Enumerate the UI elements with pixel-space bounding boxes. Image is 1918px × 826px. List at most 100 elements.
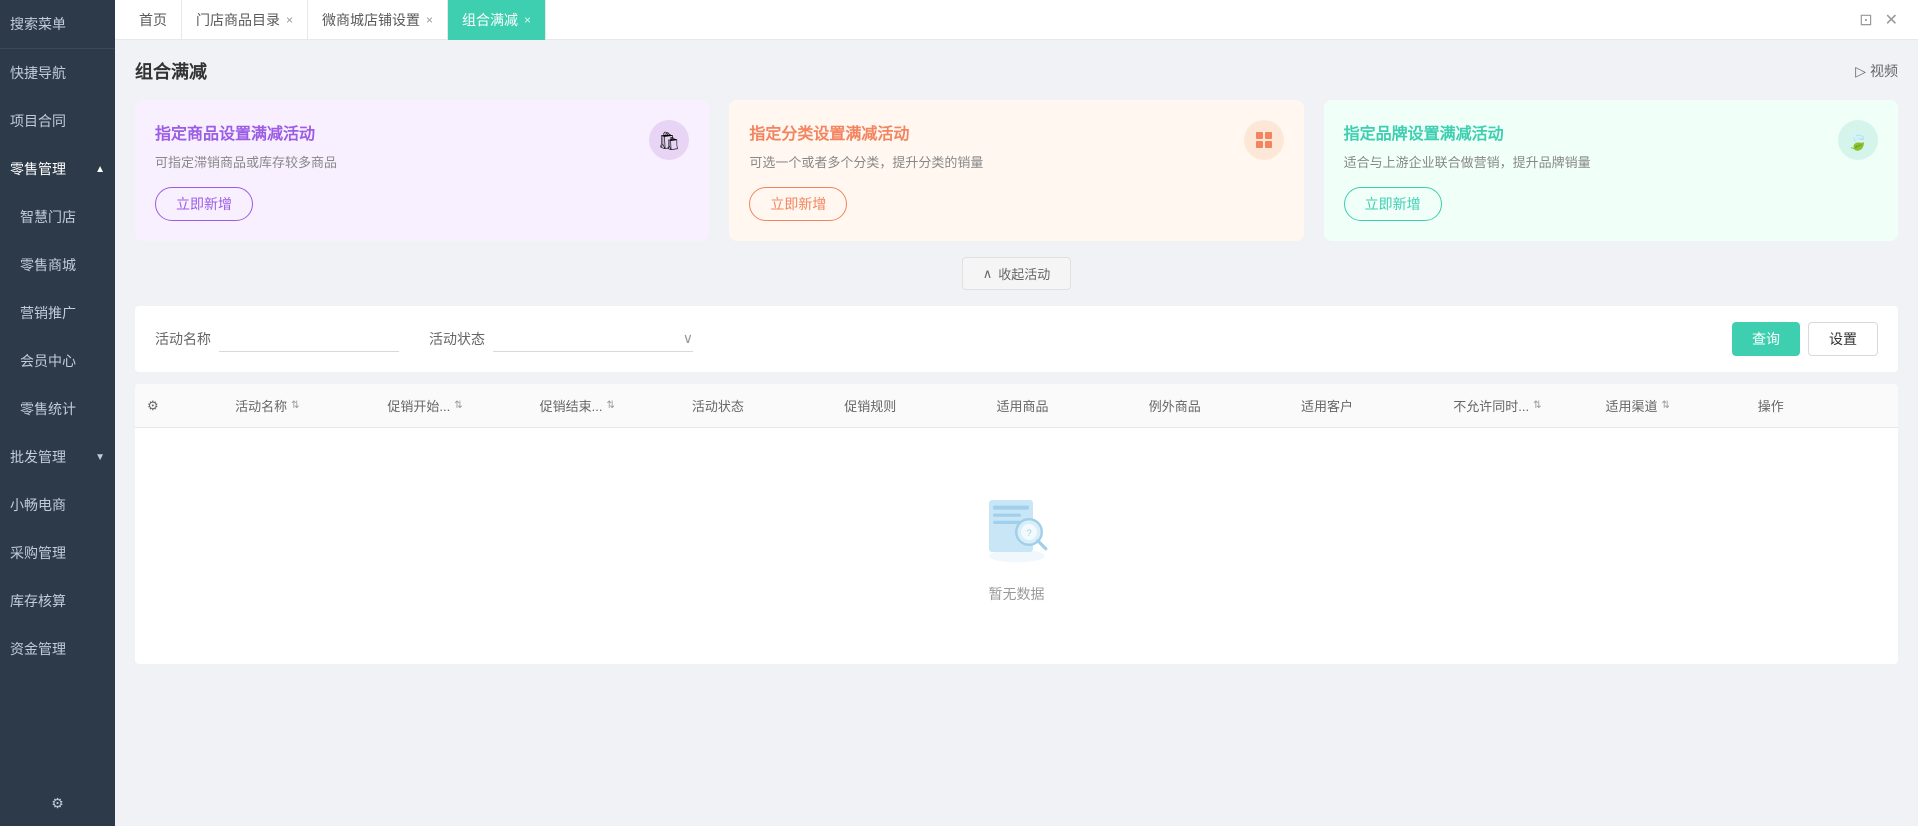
sidebar-settings-btn[interactable]: ⚙ xyxy=(0,781,115,826)
sidebar-item-label: 资金管理 xyxy=(10,639,66,659)
tab-home-label: 首页 xyxy=(139,10,167,30)
sidebar-item-marketing[interactable]: 营销推广 xyxy=(0,289,115,337)
tab-store-catalog-close[interactable]: × xyxy=(286,13,293,27)
setting-button[interactable]: 设置 xyxy=(1808,322,1878,356)
tab-wechat-shop-close[interactable]: × xyxy=(426,13,433,27)
sidebar-item-wholesale-mgmt[interactable]: 批发管理 ▼ xyxy=(0,433,115,481)
sidebar-item-label: 智慧门店 xyxy=(20,207,76,227)
product-card-add-btn[interactable]: 立即新增 xyxy=(155,187,253,221)
th-applicable-goods: 适用商品 xyxy=(984,396,1136,415)
sidebar-item-label: 营销推广 xyxy=(20,303,76,323)
page-header: 组合满减 ▷ 视频 xyxy=(135,58,1898,84)
sidebar-item-capital-mgmt[interactable]: 资金管理 xyxy=(0,625,115,673)
tab-wechat-shop[interactable]: 微商城店铺设置 × xyxy=(308,0,448,40)
empty-state: ? 暂无数据 xyxy=(135,428,1898,664)
chevron-down-icon: ▼ xyxy=(95,452,105,463)
th-operation: 操作 xyxy=(1746,396,1898,415)
tab-home[interactable]: 首页 xyxy=(125,0,182,40)
sort-icon: ⇅ xyxy=(291,400,299,411)
video-link-label: 视频 xyxy=(1870,61,1898,81)
sidebar-item-label: 零售管理 xyxy=(10,159,66,179)
tab-combo-discount[interactable]: 组合满减 × xyxy=(448,0,546,40)
window-maximize-btn[interactable]: ⊡ xyxy=(1859,10,1872,30)
sidebar-item-label: 快捷导航 xyxy=(10,63,66,83)
th-promo-start[interactable]: 促销开始... ⇅ xyxy=(375,396,527,415)
sidebar-item-label: 会员中心 xyxy=(20,351,76,371)
sidebar-item-label: 库存核算 xyxy=(10,591,66,611)
brand-card-icon: 🍃 xyxy=(1838,120,1878,167)
tab-bar: 首页 门店商品目录 × 微商城店铺设置 × 组合满减 × ⊡ ✕ xyxy=(115,0,1918,40)
tab-combo-discount-label: 组合满减 xyxy=(462,10,518,30)
empty-state-illustration: ? xyxy=(967,488,1067,568)
gear-icon: ⚙ xyxy=(147,398,159,414)
tab-store-catalog[interactable]: 门店商品目录 × xyxy=(182,0,308,40)
sidebar-item-label: 零售商城 xyxy=(20,255,76,275)
activity-name-input[interactable] xyxy=(219,327,399,352)
activity-status-select[interactable]: ∨ xyxy=(493,326,693,352)
sidebar-item-retail-stats[interactable]: 零售统计 xyxy=(0,385,115,433)
tab-combo-discount-close[interactable]: × xyxy=(524,13,531,27)
sidebar-item-smart-store[interactable]: 智慧门店 xyxy=(0,193,115,241)
sidebar-item-label: 零售统计 xyxy=(20,399,76,419)
th-gear[interactable]: ⚙ xyxy=(135,396,223,415)
activity-name-filter: 活动名称 xyxy=(155,327,399,352)
sidebar-item-member-center[interactable]: 会员中心 xyxy=(0,337,115,385)
sort-icon: ⇅ xyxy=(454,400,462,411)
query-button[interactable]: 查询 xyxy=(1732,322,1800,356)
svg-text:🍃: 🍃 xyxy=(1847,130,1869,151)
product-card-title: 指定商品设置满减活动 xyxy=(155,120,689,144)
sort-icon: ⇅ xyxy=(607,400,615,411)
filter-row: 活动名称 活动状态 ∨ 查询 设置 xyxy=(135,306,1898,372)
video-link[interactable]: ▷ 视频 xyxy=(1855,61,1898,81)
product-card-icon: 🛍 xyxy=(649,120,689,167)
sort-icon: ⇅ xyxy=(1533,400,1541,411)
sidebar-search[interactable]: 搜索菜单 xyxy=(0,0,115,49)
chevron-down-icon: ∨ xyxy=(683,330,693,347)
tab-wechat-shop-label: 微商城店铺设置 xyxy=(322,10,420,30)
category-activity-card: 指定分类设置满减活动 可选一个或者多个分类，提升分类的销量 立即新增 xyxy=(729,100,1303,241)
page-title: 组合满减 xyxy=(135,58,207,84)
window-close-btn[interactable]: ✕ xyxy=(1885,10,1898,30)
brand-card-title: 指定品牌设置满减活动 xyxy=(1344,120,1878,144)
th-no-concurrent[interactable]: 不允许同时... ⇅ xyxy=(1441,396,1593,415)
chevron-up-icon: ▲ xyxy=(95,164,105,175)
sidebar-item-inventory[interactable]: 库存核算 xyxy=(0,577,115,625)
main-area: 首页 门店商品目录 × 微商城店铺设置 × 组合满减 × ⊡ ✕ 组合满减 ▷ … xyxy=(115,0,1918,826)
data-table: ⚙ 活动名称 ⇅ 促销开始... ⇅ 促销结束... ⇅ 活动状态 xyxy=(135,384,1898,664)
category-card-desc: 可选一个或者多个分类，提升分类的销量 xyxy=(749,152,1283,171)
svg-text:🛍: 🛍 xyxy=(658,131,681,151)
category-card-add-btn[interactable]: 立即新增 xyxy=(749,187,847,221)
sidebar-item-label: 采购管理 xyxy=(10,543,66,563)
brand-card-desc: 适合与上游企业联合做营销，提升品牌销量 xyxy=(1344,152,1878,171)
category-card-title: 指定分类设置满减活动 xyxy=(749,120,1283,144)
sidebar-item-quick-nav[interactable]: 快捷导航 xyxy=(0,49,115,97)
sidebar-item-retail-mall[interactable]: 零售商城 xyxy=(0,241,115,289)
sidebar-item-project-contract[interactable]: 项目合同 xyxy=(0,97,115,145)
activity-status-label: 活动状态 xyxy=(429,329,485,349)
th-activity-name[interactable]: 活动名称 ⇅ xyxy=(223,396,375,415)
tab-store-catalog-label: 门店商品目录 xyxy=(196,10,280,30)
th-applicable-customer: 适用客户 xyxy=(1289,396,1441,415)
brand-card-add-btn[interactable]: 立即新增 xyxy=(1344,187,1442,221)
product-activity-card: 指定商品设置满减活动 可指定滞销商品或库存较多商品 🛍 立即新增 xyxy=(135,100,709,241)
collapse-activities-btn[interactable]: ∧ 收起活动 xyxy=(962,257,1072,290)
sidebar-item-label: 批发管理 xyxy=(10,447,66,467)
gear-icon: ⚙ xyxy=(51,795,64,812)
sidebar: 搜索菜单 快捷导航 项目合同 零售管理 ▲ 智慧门店 零售商城 营销推广 会员中… xyxy=(0,0,115,826)
filter-actions: 查询 设置 xyxy=(1732,322,1878,356)
table-header: ⚙ 活动名称 ⇅ 促销开始... ⇅ 促销结束... ⇅ 活动状态 xyxy=(135,384,1898,428)
th-exception-goods: 例外商品 xyxy=(1137,396,1289,415)
th-activity-status: 活动状态 xyxy=(680,396,832,415)
sidebar-item-purchase-mgmt[interactable]: 采购管理 xyxy=(0,529,115,577)
activity-status-filter: 活动状态 ∨ xyxy=(429,326,693,352)
sidebar-item-label: 项目合同 xyxy=(10,111,66,131)
empty-text: 暂无数据 xyxy=(989,584,1045,604)
th-promo-end[interactable]: 促销结束... ⇅ xyxy=(528,396,680,415)
svg-text:?: ? xyxy=(1026,528,1031,539)
th-applicable-channel[interactable]: 适用渠道 ⇅ xyxy=(1594,396,1746,415)
category-card-icon xyxy=(1244,120,1284,167)
sidebar-item-xiao-chang[interactable]: 小畅电商 xyxy=(0,481,115,529)
play-circle-icon: ▷ xyxy=(1855,63,1866,80)
sidebar-item-retail-mgmt[interactable]: 零售管理 ▲ xyxy=(0,145,115,193)
sidebar-item-label: 小畅电商 xyxy=(10,495,66,515)
